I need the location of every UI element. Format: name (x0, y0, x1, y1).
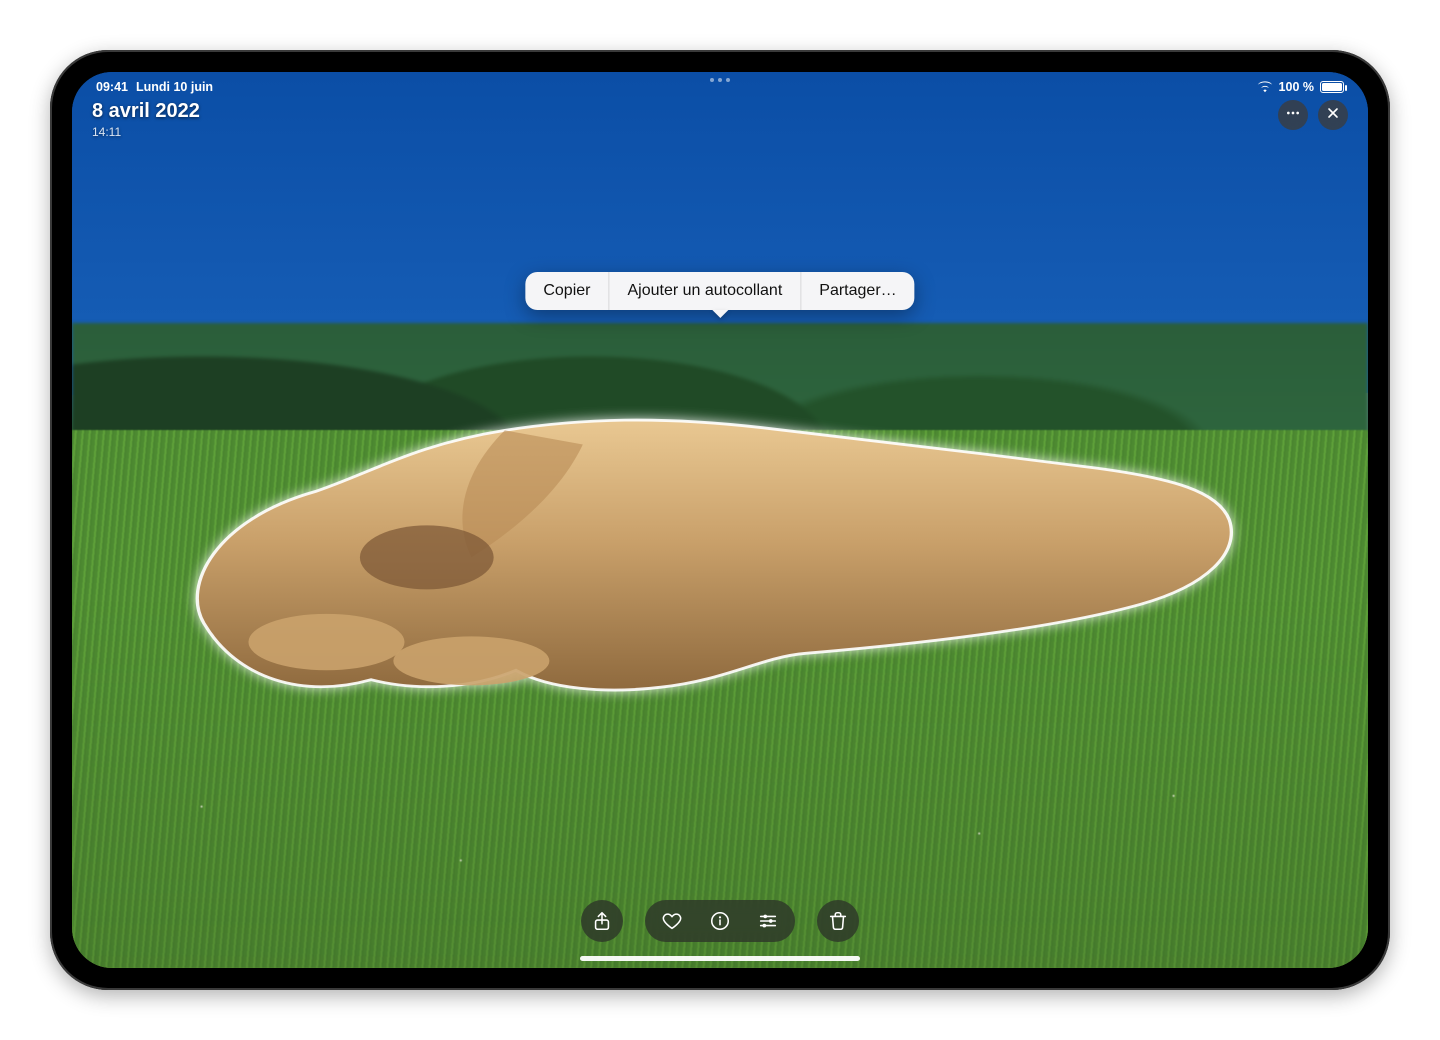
close-icon (1325, 105, 1341, 126)
ellipsis-icon (1285, 105, 1301, 126)
photo-date-block[interactable]: 8 avril 2022 14:11 (92, 100, 200, 139)
battery-text: 100 % (1279, 80, 1314, 94)
wifi-icon (1257, 81, 1273, 93)
home-indicator[interactable] (580, 956, 860, 961)
status-time: 09:41 (96, 80, 128, 94)
photo-date: 8 avril 2022 (92, 100, 200, 123)
favorite-button[interactable] (661, 910, 683, 932)
subject-context-menu: Copier Ajouter un autocollant Partager… (525, 272, 914, 310)
delete-button[interactable] (817, 900, 859, 942)
photo-toolbar (581, 900, 859, 942)
screen: 09:41 Lundi 10 juin 100 % 8 avril 2022 1… (72, 72, 1368, 968)
photo-time: 14:11 (92, 125, 200, 139)
share-icon (591, 910, 613, 932)
ipad-device-frame: 09:41 Lundi 10 juin 100 % 8 avril 2022 1… (50, 50, 1390, 990)
photo-viewer[interactable] (72, 72, 1368, 968)
status-bar: 09:41 Lundi 10 juin 100 % (72, 76, 1368, 98)
subject-outline-glow (137, 341, 1252, 717)
share-button[interactable] (581, 900, 623, 942)
menu-copy[interactable]: Copier (525, 272, 609, 310)
info-button[interactable] (709, 910, 731, 932)
toolbar-center-group (645, 900, 795, 942)
multitask-dots-icon[interactable] (710, 78, 730, 82)
edit-button[interactable] (757, 910, 779, 932)
menu-share[interactable]: Partager… (801, 272, 914, 310)
photo-header: 8 avril 2022 14:11 (92, 100, 1348, 139)
more-button[interactable] (1278, 100, 1308, 130)
trash-icon (827, 910, 849, 932)
battery-icon (1320, 81, 1344, 93)
close-button[interactable] (1318, 100, 1348, 130)
status-date: Lundi 10 juin (136, 80, 213, 94)
photo-subject-dog[interactable] (137, 341, 1252, 717)
menu-add-sticker[interactable]: Ajouter un autocollant (609, 272, 801, 310)
